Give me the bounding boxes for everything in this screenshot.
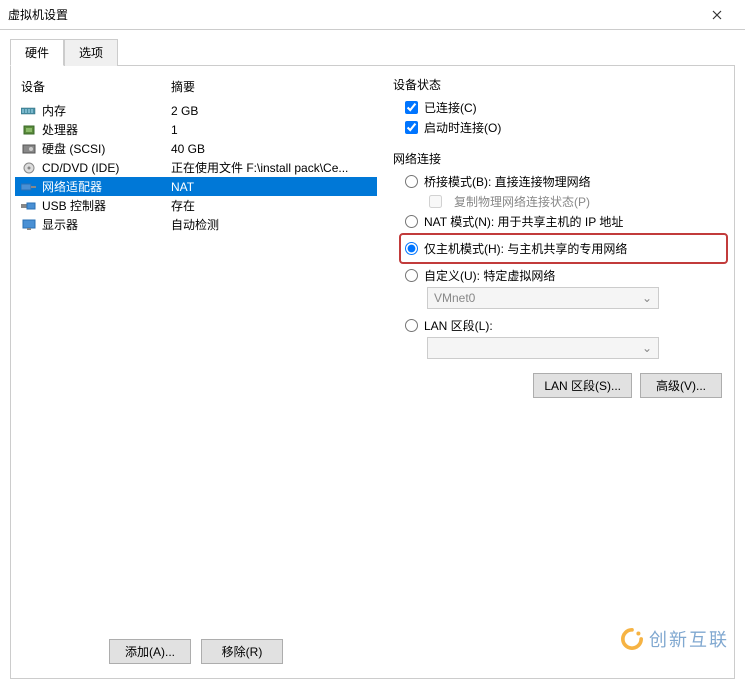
- radio-nat[interactable]: NAT 模式(N): 用于共享主机的 IP 地址: [405, 213, 722, 230]
- main-panel: 设备 摘要 内存 2 GB 处理器 1 硬盘 (SCSI) 40 GB CD/D…: [10, 65, 735, 679]
- replicate-checkbox-input: [429, 195, 442, 208]
- replicate-label: 复制物理网络连接状态(P): [454, 193, 590, 210]
- device-row-cddvd[interactable]: CD/DVD (IDE) 正在使用文件 F:\install pack\Ce..…: [15, 158, 377, 177]
- nat-label: NAT 模式(N): 用于共享主机的 IP 地址: [424, 213, 623, 230]
- device-status-group: 设备状态 已连接(C) 启动时连接(O): [393, 76, 722, 136]
- device-summary: 2 GB: [171, 104, 371, 118]
- device-list-header: 设备 摘要: [15, 76, 377, 97]
- window-title: 虚拟机设置: [8, 6, 68, 23]
- hostonly-highlight: 仅主机模式(H): 与主机共享的专用网络: [399, 233, 728, 264]
- close-button[interactable]: [697, 1, 737, 29]
- lan-segment-combo: ⌄: [427, 337, 659, 359]
- chevron-down-icon: ⌄: [642, 291, 652, 305]
- radio-bridged[interactable]: 桥接模式(B): 直接连接物理网络: [405, 173, 722, 190]
- checkbox-connected[interactable]: 已连接(C): [405, 99, 722, 116]
- hostonly-radio-input[interactable]: [405, 242, 418, 255]
- tab-options[interactable]: 选项: [64, 39, 118, 66]
- add-button[interactable]: 添加(A)...: [109, 639, 191, 664]
- watermark-logo-icon: [621, 628, 643, 650]
- header-summary: 摘要: [171, 78, 371, 95]
- advanced-button[interactable]: 高级(V)...: [640, 373, 722, 398]
- device-name: 硬盘 (SCSI): [42, 140, 105, 157]
- radio-hostonly[interactable]: 仅主机模式(H): 与主机共享的专用网络: [405, 240, 722, 257]
- radio-custom[interactable]: 自定义(U): 特定虚拟网络: [405, 267, 722, 284]
- lan-segments-button[interactable]: LAN 区段(S)...: [533, 373, 632, 398]
- disk-icon: [21, 143, 37, 155]
- connected-checkbox-input[interactable]: [405, 101, 418, 114]
- bridged-label: 桥接模式(B): 直接连接物理网络: [424, 173, 591, 190]
- custom-network-combo: VMnet0 ⌄: [427, 287, 659, 309]
- custom-label: 自定义(U): 特定虚拟网络: [424, 267, 555, 284]
- checkbox-connect-at-poweron[interactable]: 启动时连接(O): [405, 119, 722, 136]
- remove-button[interactable]: 移除(R): [201, 639, 283, 664]
- device-list: 内存 2 GB 处理器 1 硬盘 (SCSI) 40 GB CD/DVD (ID…: [15, 101, 377, 234]
- lan-radio-input[interactable]: [405, 319, 418, 332]
- poweron-label: 启动时连接(O): [424, 119, 501, 136]
- custom-radio-input[interactable]: [405, 269, 418, 282]
- watermark-text: 创新互联: [649, 626, 729, 652]
- device-list-panel: 设备 摘要 内存 2 GB 处理器 1 硬盘 (SCSI) 40 GB CD/D…: [11, 66, 381, 678]
- checkbox-replicate: 复制物理网络连接状态(P): [405, 193, 722, 210]
- chevron-down-icon: ⌄: [642, 341, 652, 355]
- device-summary: NAT: [171, 180, 371, 194]
- network-actions: LAN 区段(S)... 高级(V)...: [393, 373, 722, 398]
- device-row-usb[interactable]: USB 控制器 存在: [15, 196, 377, 215]
- device-actions: 添加(A)... 移除(R): [15, 635, 377, 668]
- lan-label: LAN 区段(L):: [424, 317, 493, 334]
- connected-label: 已连接(C): [424, 99, 477, 116]
- hostonly-label: 仅主机模式(H): 与主机共享的专用网络: [424, 240, 627, 257]
- tab-strip: 硬件 选项: [10, 38, 735, 65]
- network-connection-group: 网络连接 桥接模式(B): 直接连接物理网络 复制物理网络连接状态(P) NAT…: [393, 150, 722, 359]
- device-name: USB 控制器: [42, 197, 106, 214]
- poweron-checkbox-input[interactable]: [405, 121, 418, 134]
- custom-combo-value: VMnet0: [434, 291, 475, 305]
- bridged-radio-input[interactable]: [405, 175, 418, 188]
- network-title: 网络连接: [393, 150, 722, 167]
- tab-hardware[interactable]: 硬件: [10, 39, 64, 66]
- device-row-network[interactable]: 网络适配器 NAT: [15, 177, 377, 196]
- watermark: 创新互联: [621, 626, 729, 652]
- device-status-title: 设备状态: [393, 76, 722, 93]
- device-name: 内存: [42, 102, 66, 119]
- device-row-disk[interactable]: 硬盘 (SCSI) 40 GB: [15, 139, 377, 158]
- close-icon: [712, 10, 722, 20]
- header-device: 设备: [21, 78, 171, 95]
- device-summary: 正在使用文件 F:\install pack\Ce...: [171, 159, 371, 176]
- device-summary: 存在: [171, 197, 371, 214]
- display-icon: [21, 219, 37, 231]
- cpu-icon: [21, 124, 37, 136]
- memory-icon: [21, 105, 37, 117]
- device-row-memory[interactable]: 内存 2 GB: [15, 101, 377, 120]
- settings-detail-panel: 设备状态 已连接(C) 启动时连接(O) 网络连接: [381, 66, 734, 678]
- device-name: 处理器: [42, 121, 78, 138]
- device-summary: 1: [171, 123, 371, 137]
- titlebar: 虚拟机设置: [0, 0, 745, 30]
- device-summary: 40 GB: [171, 142, 371, 156]
- device-row-display[interactable]: 显示器 自动检测: [15, 215, 377, 234]
- device-summary: 自动检测: [171, 216, 371, 233]
- usb-icon: [21, 200, 37, 212]
- cd-icon: [21, 162, 37, 174]
- network-icon: [21, 181, 37, 193]
- device-row-processor[interactable]: 处理器 1: [15, 120, 377, 139]
- radio-lan[interactable]: LAN 区段(L):: [405, 317, 722, 334]
- device-name: 显示器: [42, 216, 78, 233]
- device-name: 网络适配器: [42, 178, 102, 195]
- nat-radio-input[interactable]: [405, 215, 418, 228]
- device-name: CD/DVD (IDE): [42, 161, 119, 175]
